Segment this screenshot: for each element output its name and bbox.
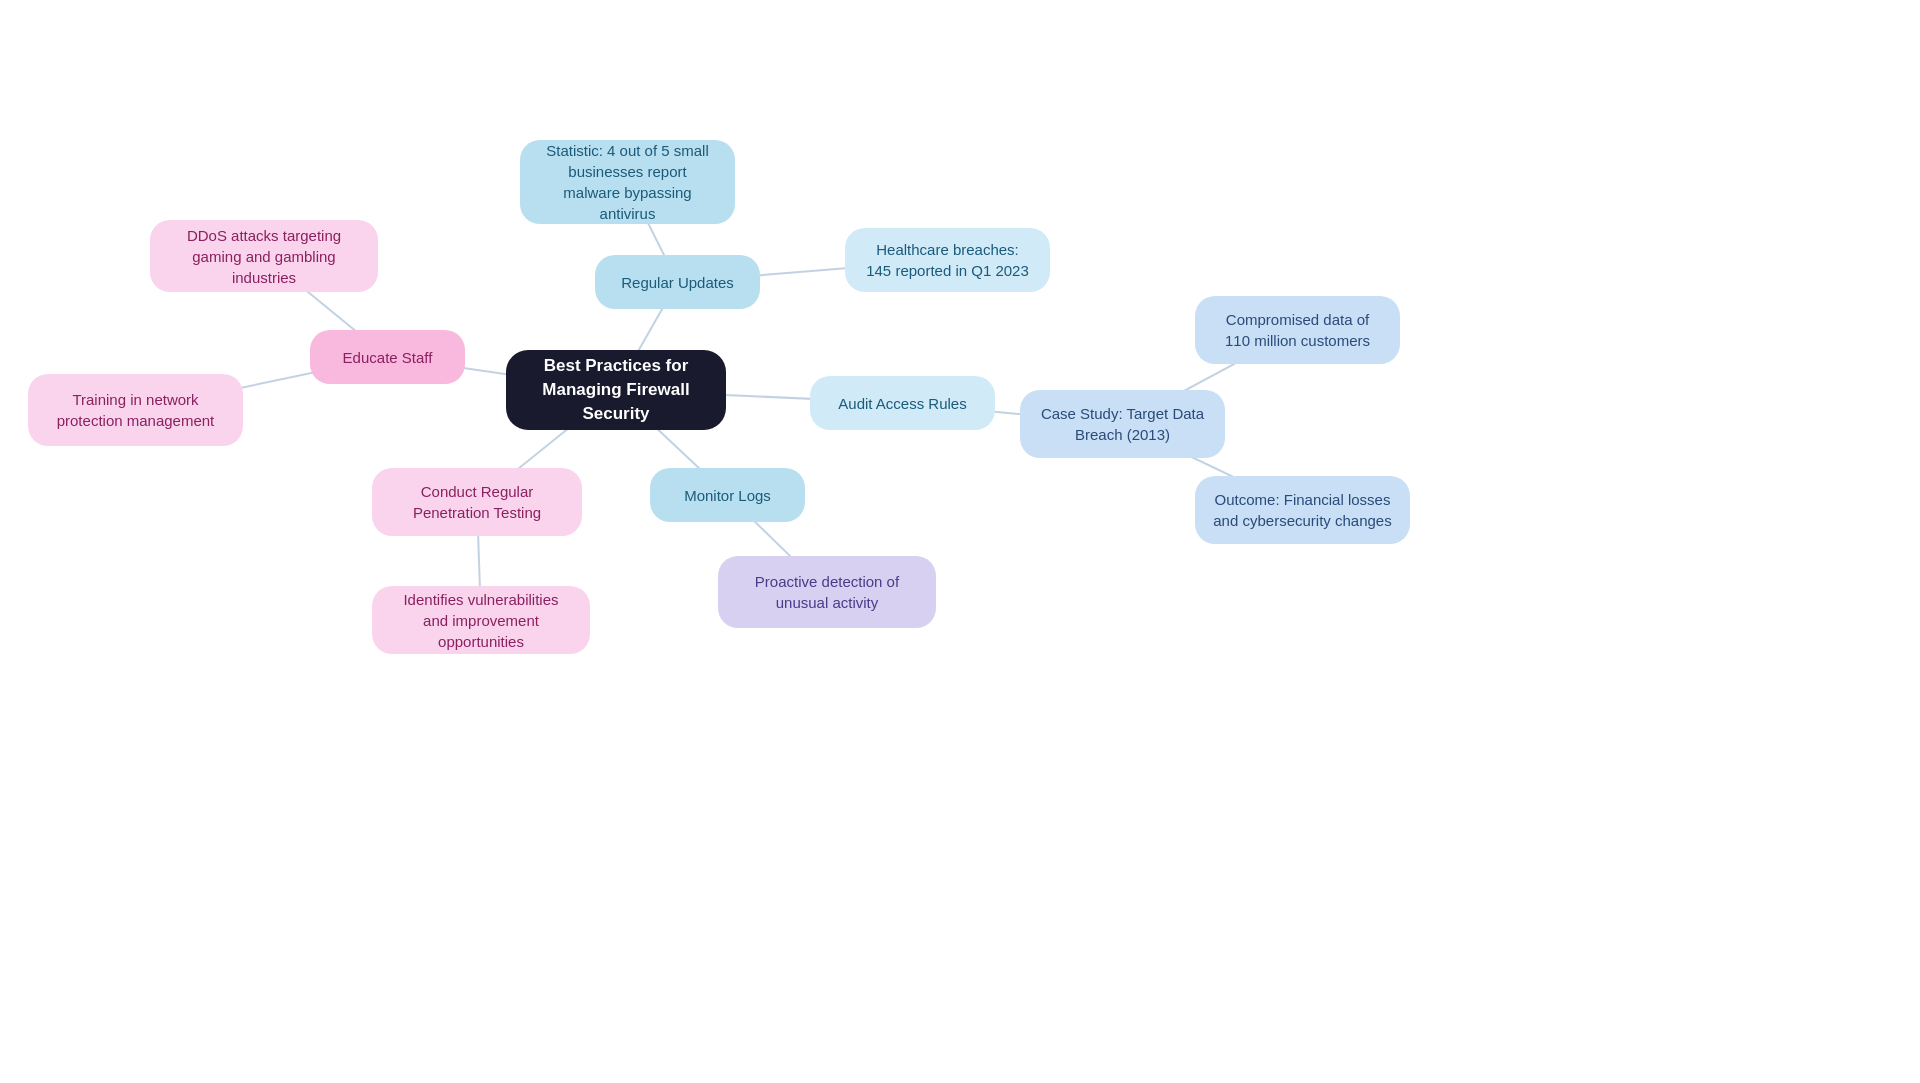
training-label: Training in network protection managemen… [46, 389, 225, 431]
case-study-node[interactable]: Case Study: Target Data Breach (2013) [1020, 390, 1225, 458]
healthcare-node[interactable]: Healthcare breaches: 145 reported in Q1 … [845, 228, 1050, 292]
monitor-logs-node[interactable]: Monitor Logs [650, 468, 805, 522]
training-node[interactable]: Training in network protection managemen… [28, 374, 243, 446]
outcome-node[interactable]: Outcome: Financial losses and cybersecur… [1195, 476, 1410, 544]
compromised-node[interactable]: Compromised data of 110 million customer… [1195, 296, 1400, 364]
conduct-pen-label: Conduct Regular Penetration Testing [390, 481, 564, 523]
identifies-label: Identifies vulnerabilities and improveme… [390, 589, 572, 652]
monitor-logs-label: Monitor Logs [684, 485, 771, 506]
educate-staff-node[interactable]: Educate Staff [310, 330, 465, 384]
proactive-node[interactable]: Proactive detection of unusual activity [718, 556, 936, 628]
audit-access-label: Audit Access Rules [838, 393, 966, 414]
regular-updates-node[interactable]: Regular Updates [595, 255, 760, 309]
regular-updates-label: Regular Updates [621, 272, 734, 293]
audit-access-node[interactable]: Audit Access Rules [810, 376, 995, 430]
compromised-label: Compromised data of 110 million customer… [1213, 309, 1382, 351]
ddos-node[interactable]: DDoS attacks targeting gaming and gambli… [150, 220, 378, 292]
outcome-label: Outcome: Financial losses and cybersecur… [1213, 489, 1392, 531]
conduct-pen-node[interactable]: Conduct Regular Penetration Testing [372, 468, 582, 536]
educate-staff-label: Educate Staff [343, 347, 433, 368]
proactive-label: Proactive detection of unusual activity [736, 571, 918, 613]
case-study-label: Case Study: Target Data Breach (2013) [1038, 403, 1207, 445]
identifies-node[interactable]: Identifies vulnerabilities and improveme… [372, 586, 590, 654]
healthcare-label: Healthcare breaches: 145 reported in Q1 … [863, 239, 1032, 281]
statistic-label: Statistic: 4 out of 5 small businesses r… [538, 140, 717, 224]
ddos-label: DDoS attacks targeting gaming and gambli… [168, 225, 360, 288]
center-node[interactable]: Best Practices for Managing Firewall Sec… [506, 350, 726, 430]
center-label: Best Practices for Managing Firewall Sec… [524, 354, 708, 425]
statistic-node[interactable]: Statistic: 4 out of 5 small businesses r… [520, 140, 735, 224]
